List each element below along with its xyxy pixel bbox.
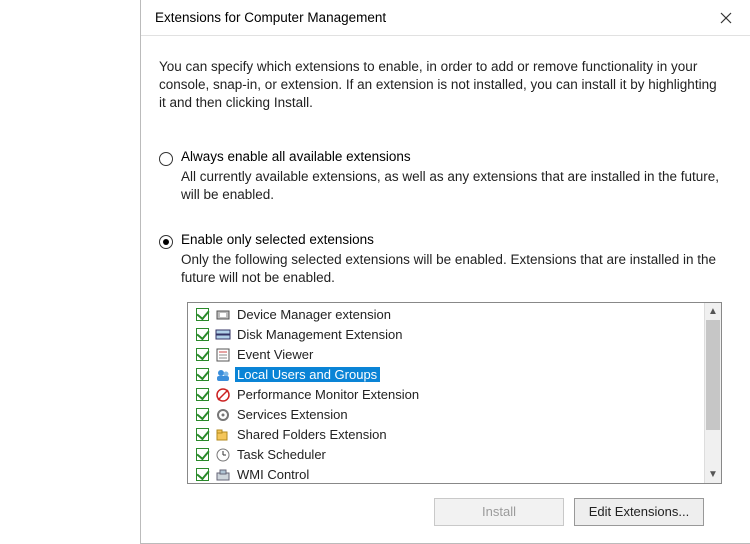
scroll-up-icon[interactable]: ▲: [705, 303, 721, 320]
checkbox[interactable]: [196, 368, 209, 381]
list-item[interactable]: Local Users and Groups: [188, 365, 704, 385]
list-item[interactable]: Shared Folders Extension: [188, 425, 704, 445]
option-row[interactable]: Always enable all available extensions: [159, 149, 722, 166]
install-button: Install: [434, 498, 564, 526]
option-always-desc: All currently available extensions, as w…: [181, 168, 722, 204]
checkbox[interactable]: [196, 388, 209, 401]
list-item[interactable]: Device Manager extension: [188, 305, 704, 325]
checkbox[interactable]: [196, 428, 209, 441]
services-icon: [215, 407, 231, 423]
checkbox[interactable]: [196, 448, 209, 461]
list-item[interactable]: Performance Monitor Extension: [188, 385, 704, 405]
disk-icon: [215, 327, 231, 343]
list-item-label: Device Manager extension: [235, 307, 394, 322]
list-item[interactable]: Services Extension: [188, 405, 704, 425]
perf-icon: [215, 387, 231, 403]
services-icon: [215, 407, 231, 423]
list-item[interactable]: Event Viewer: [188, 345, 704, 365]
radio-selected-only[interactable]: [159, 235, 173, 249]
scroll-track[interactable]: [705, 320, 721, 466]
checkbox[interactable]: [196, 348, 209, 361]
close-icon: [720, 12, 732, 24]
option-selected-only: Enable only selected extensions Only the…: [159, 232, 722, 287]
hardware-icon: [215, 307, 231, 323]
list-item-label: Services Extension: [235, 407, 351, 422]
list-item-label: Event Viewer: [235, 347, 316, 362]
list-item[interactable]: Task Scheduler: [188, 445, 704, 465]
extensions-list-body[interactable]: Device Manager extension Disk Management …: [188, 303, 704, 483]
list-item-label: Shared Folders Extension: [235, 427, 390, 442]
list-item[interactable]: WMI Control: [188, 465, 704, 483]
users-icon: [215, 367, 231, 383]
disk-icon: [215, 327, 231, 343]
list-item-label: WMI Control: [235, 467, 312, 482]
option-selected-desc: Only the following selected extensions w…: [181, 251, 722, 287]
list-item-label: Performance Monitor Extension: [235, 387, 422, 402]
option-always-enable: Always enable all available extensions A…: [159, 149, 722, 204]
list-item-label: Task Scheduler: [235, 447, 329, 462]
dialog: Extensions for Computer Management You c…: [140, 0, 750, 544]
radio-always-enable[interactable]: [159, 152, 173, 166]
shared-icon: [215, 427, 231, 443]
users-icon: [215, 367, 231, 383]
extensions-list: Device Manager extension Disk Management …: [187, 302, 722, 484]
list-item-label: Local Users and Groups: [235, 367, 380, 382]
dialog-title: Extensions for Computer Management: [155, 10, 386, 25]
hardware-icon: [215, 307, 231, 323]
list-item-label: Disk Management Extension: [235, 327, 405, 342]
scroll-thumb[interactable]: [706, 320, 720, 430]
titlebar: Extensions for Computer Management: [141, 0, 750, 36]
footer: Install Edit Extensions...: [159, 484, 722, 544]
shared-icon: [215, 427, 231, 443]
scrollbar[interactable]: ▲ ▼: [704, 303, 721, 483]
checkbox[interactable]: [196, 468, 209, 481]
close-button[interactable]: [702, 0, 750, 36]
wmi-icon: [215, 467, 231, 483]
option-always-label: Always enable all available extensions: [181, 149, 411, 164]
list-item[interactable]: Disk Management Extension: [188, 325, 704, 345]
checkbox[interactable]: [196, 308, 209, 321]
content: You can specify which extensions to enab…: [141, 36, 750, 544]
wmi-icon: [215, 467, 231, 483]
event-icon: [215, 347, 231, 363]
checkbox[interactable]: [196, 408, 209, 421]
edit-extensions-button[interactable]: Edit Extensions...: [574, 498, 704, 526]
clock-icon: [215, 447, 231, 463]
option-row[interactable]: Enable only selected extensions: [159, 232, 722, 249]
perf-icon: [215, 387, 231, 403]
intro-text: You can specify which extensions to enab…: [159, 58, 722, 113]
scroll-down-icon[interactable]: ▼: [705, 466, 721, 483]
event-icon: [215, 347, 231, 363]
clock-icon: [215, 447, 231, 463]
option-selected-label: Enable only selected extensions: [181, 232, 374, 247]
checkbox[interactable]: [196, 328, 209, 341]
